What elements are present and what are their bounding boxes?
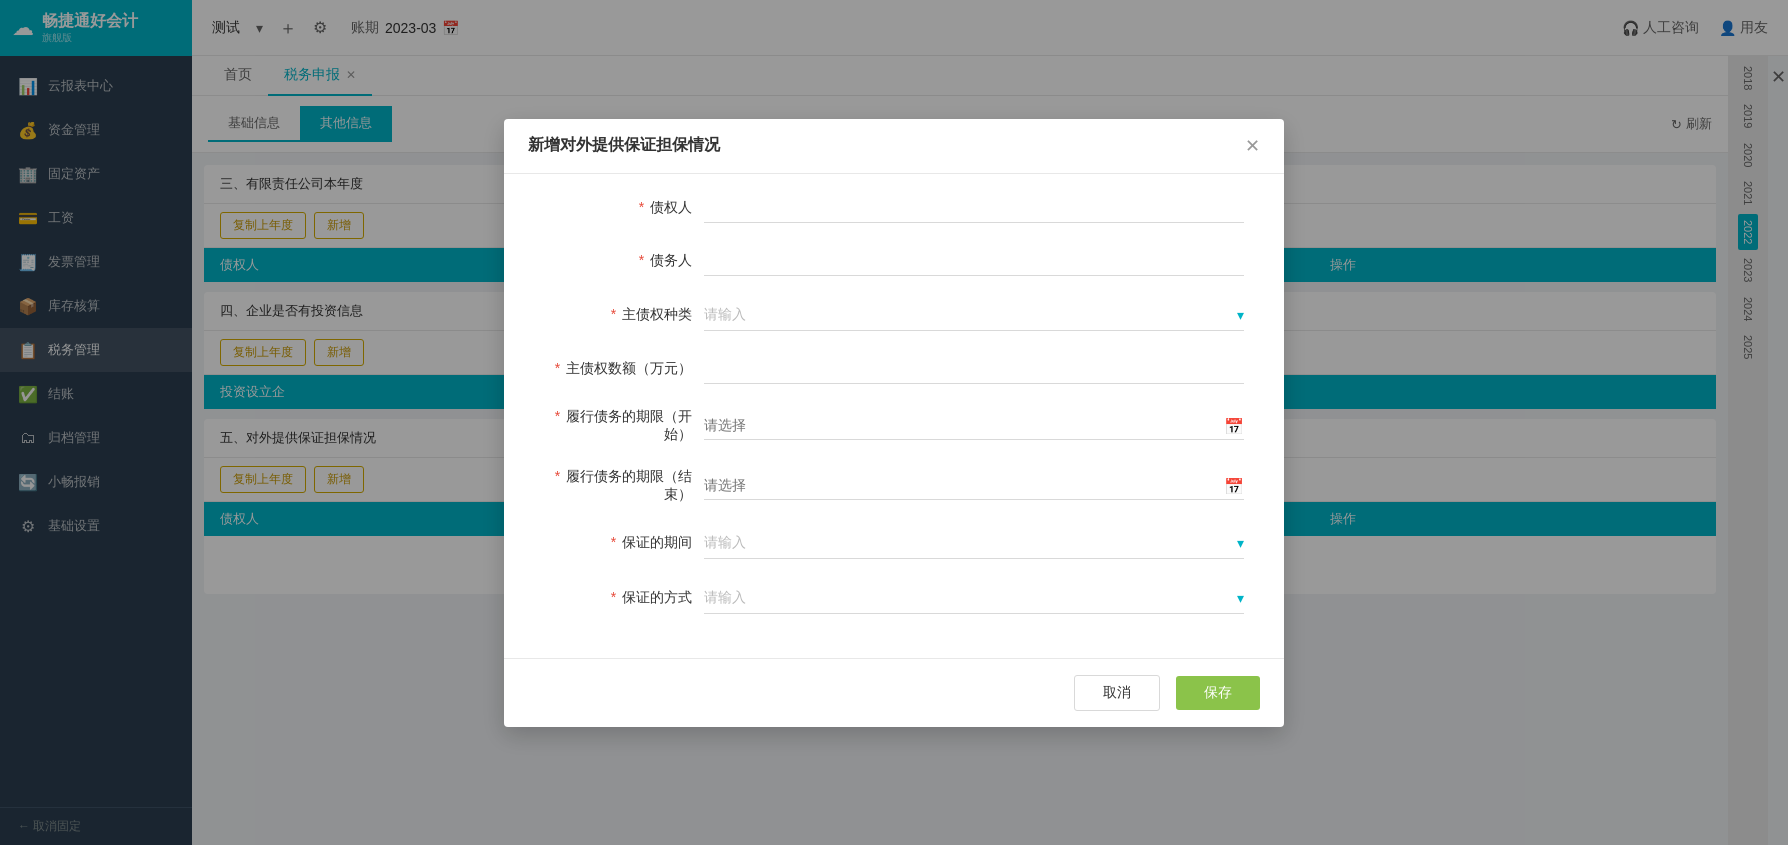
period-end-input[interactable] <box>704 471 1244 500</box>
dialog-footer: 取消 保存 <box>504 658 1284 727</box>
form-row-guarantee-method: * 保证的方式 请输入 ▾ <box>544 583 1244 614</box>
required-mark: * <box>611 306 616 322</box>
form-row-debtor: * 债务人 <box>544 247 1244 276</box>
guarantee-method-placeholder: 请输入 <box>704 589 746 607</box>
dialog-body: * 债权人 * 债务人 * <box>504 174 1284 658</box>
guarantee-method-label-text: 保证的方式 <box>622 589 692 605</box>
debtor-label-text: 债务人 <box>650 252 692 268</box>
field-debtor <box>704 247 1244 276</box>
add-guarantee-dialog: 新增对外提供保证担保情况 ✕ * 债权人 * 债务人 <box>504 119 1284 727</box>
label-guarantee-method: * 保证的方式 <box>544 589 704 607</box>
debt-type-select[interactable]: 请输入 <box>704 300 1244 331</box>
field-guarantee-period: 请输入 ▾ <box>704 528 1244 559</box>
creditor-label-text: 债权人 <box>650 199 692 215</box>
field-period-start: 📅 <box>704 411 1244 440</box>
form-row-guarantee-period: * 保证的期间 请输入 ▾ <box>544 528 1244 559</box>
required-mark: * <box>639 199 644 215</box>
form-row-debt-type: * 主债权种类 请输入 ▾ <box>544 300 1244 331</box>
debt-amount-input[interactable] <box>704 355 1244 384</box>
required-mark: * <box>555 360 560 376</box>
label-debt-type: * 主债权种类 <box>544 306 704 324</box>
debt-type-placeholder: 请输入 <box>704 306 746 324</box>
debt-amount-label-text: 主债权数额（万元） <box>566 360 692 376</box>
guarantee-period-label-text: 保证的期间 <box>622 534 692 550</box>
guarantee-period-select[interactable]: 请输入 <box>704 528 1244 559</box>
debtor-input[interactable] <box>704 247 1244 276</box>
period-start-calendar-icon[interactable]: 📅 <box>1224 416 1244 435</box>
label-debtor: * 债务人 <box>544 252 704 270</box>
form-row-creditor: * 债权人 <box>544 194 1244 223</box>
required-mark: * <box>555 468 560 484</box>
debt-type-chevron-icon: ▾ <box>1237 307 1244 323</box>
required-mark: * <box>611 534 616 550</box>
label-guarantee-period: * 保证的期间 <box>544 534 704 552</box>
guarantee-period-chevron-icon: ▾ <box>1237 535 1244 551</box>
period-start-input[interactable] <box>704 411 1244 440</box>
required-mark: * <box>611 589 616 605</box>
form-row-period-start: * 履行债务的期限（开始） 📅 <box>544 408 1244 444</box>
dialog-close-button[interactable]: ✕ <box>1245 135 1260 157</box>
dialog-title: 新增对外提供保证担保情况 <box>528 135 720 156</box>
creditor-input[interactable] <box>704 194 1244 223</box>
label-debt-amount: * 主债权数额（万元） <box>544 360 704 378</box>
dialog-header: 新增对外提供保证担保情况 ✕ <box>504 119 1284 174</box>
field-period-end: 📅 <box>704 471 1244 500</box>
guarantee-method-chevron-icon: ▾ <box>1237 590 1244 606</box>
form-row-debt-amount: * 主债权数额（万元） <box>544 355 1244 384</box>
save-button[interactable]: 保存 <box>1176 676 1260 710</box>
debt-type-label-text: 主债权种类 <box>622 306 692 322</box>
field-debt-type: 请输入 ▾ <box>704 300 1244 331</box>
guarantee-method-select[interactable]: 请输入 <box>704 583 1244 614</box>
label-creditor: * 债权人 <box>544 199 704 217</box>
dialog-overlay: 新增对外提供保证担保情况 ✕ * 债权人 * 债务人 <box>0 0 1788 845</box>
field-guarantee-method: 请输入 ▾ <box>704 583 1244 614</box>
period-end-calendar-icon[interactable]: 📅 <box>1224 476 1244 495</box>
guarantee-period-placeholder: 请输入 <box>704 534 746 552</box>
form-row-period-end: * 履行债务的期限（结束） 📅 <box>544 468 1244 504</box>
period-end-label-text: 履行债务的期限（结束） <box>566 468 692 502</box>
period-start-label-text: 履行债务的期限（开始） <box>566 408 692 442</box>
label-period-start: * 履行债务的期限（开始） <box>544 408 704 444</box>
required-mark: * <box>555 408 560 424</box>
required-mark: * <box>639 252 644 268</box>
field-debt-amount <box>704 355 1244 384</box>
field-creditor <box>704 194 1244 223</box>
cancel-button[interactable]: 取消 <box>1074 675 1160 711</box>
label-period-end: * 履行债务的期限（结束） <box>544 468 704 504</box>
